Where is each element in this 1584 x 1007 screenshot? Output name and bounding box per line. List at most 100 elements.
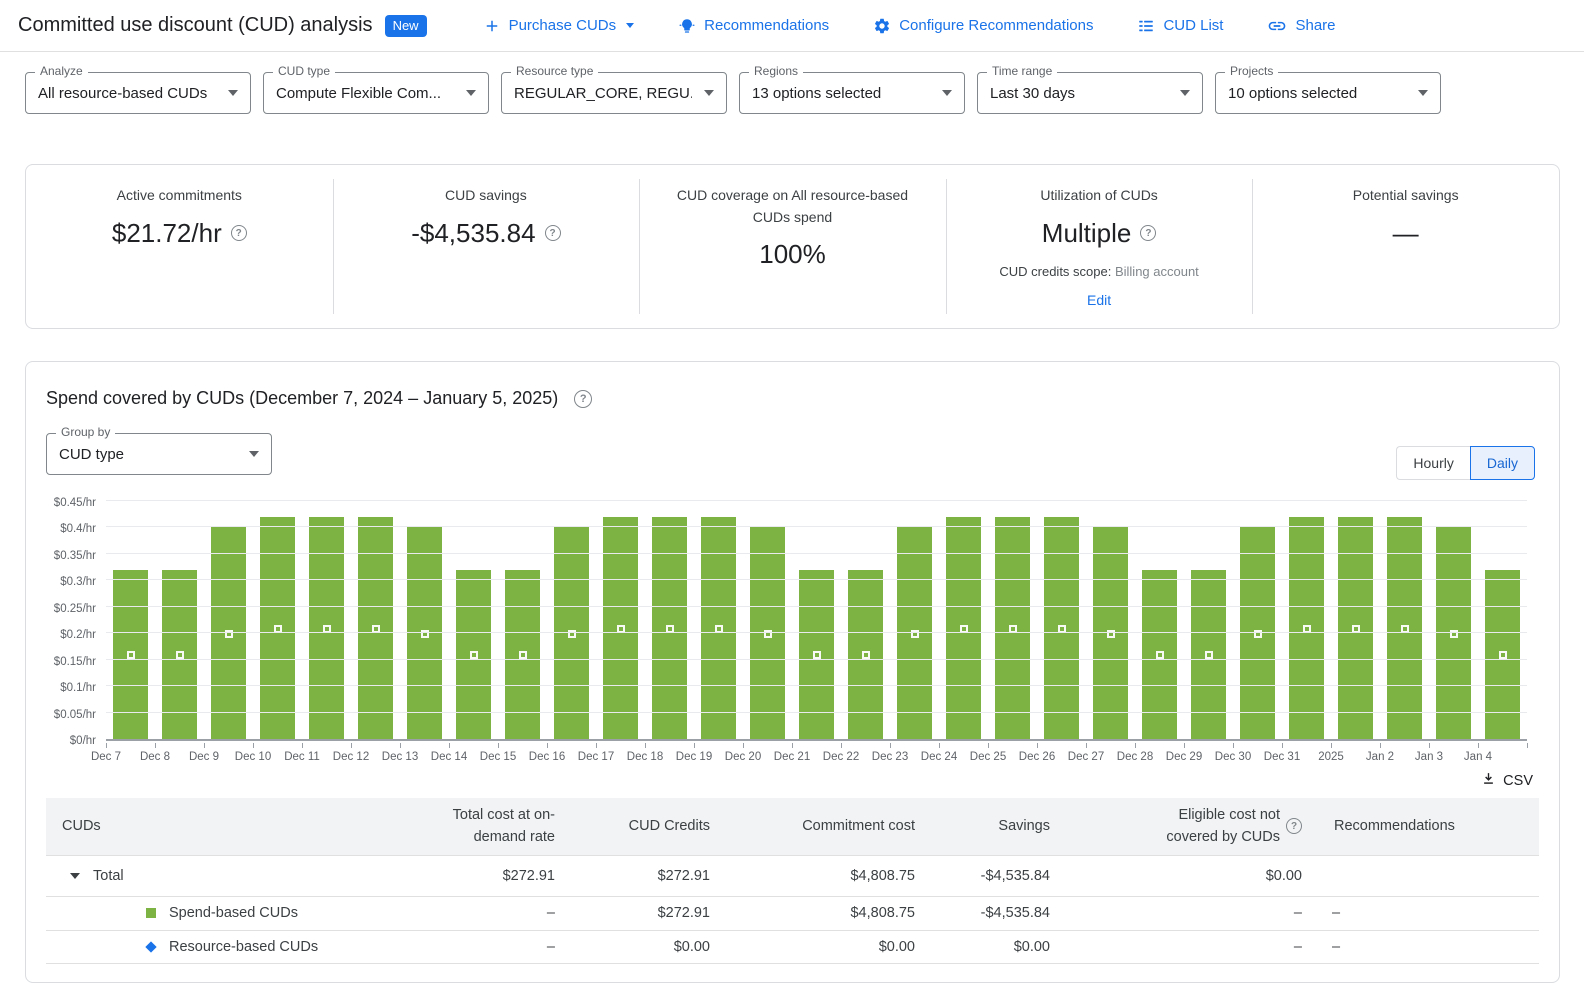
x-tick (694, 743, 695, 748)
x-tick (890, 743, 891, 748)
lightbulb-icon (678, 17, 696, 35)
table-cell: – (375, 901, 571, 925)
filter-cud-type[interactable]: CUD typeCompute Flexible Com... (263, 72, 489, 114)
x-tick (841, 743, 842, 748)
summary-card-cud-savings: CUD savings-$4,535.84? (333, 165, 640, 328)
caret-down-icon (228, 90, 238, 96)
group-by-value: CUD type (59, 446, 124, 463)
x-tick-label: Dec 12 (333, 751, 369, 763)
header-actions: Purchase CUDs Recommendations Configure Re… (483, 16, 1336, 36)
download-icon (1481, 771, 1496, 790)
x-tick-label: Dec 9 (189, 751, 219, 763)
chart-title: Spend covered by CUDs (December 7, 2024 … (46, 388, 558, 409)
filter-time-range[interactable]: Time rangeLast 30 days (977, 72, 1203, 114)
x-tick (1478, 743, 1479, 748)
summary-card-active-commitments: Active commitments$21.72/hr? (26, 165, 333, 328)
x-tick-label: Dec 20 (725, 751, 761, 763)
x-tick-label: Dec 27 (1068, 751, 1104, 763)
expand-triangle-icon[interactable] (70, 873, 80, 879)
help-icon[interactable]: ? (231, 225, 247, 241)
card-value: 100% (759, 239, 826, 270)
filter-regions[interactable]: Regions13 options selected (739, 72, 965, 114)
x-tick (449, 743, 450, 748)
x-tick (1527, 743, 1528, 748)
bar-slot (694, 503, 743, 739)
column-header: Commitment cost (726, 812, 931, 840)
new-badge: New (385, 15, 427, 37)
hourly-daily-toggle: HourlyDaily (1396, 446, 1535, 480)
column-header: Total cost at on-demand rate (375, 798, 571, 855)
action-label: Recommendations (704, 17, 829, 34)
bar-slot (253, 503, 302, 739)
filter-analyze[interactable]: AnalyzeAll resource-based CUDs (25, 72, 251, 114)
table-cell: – (1318, 935, 1539, 959)
csv-download-button[interactable]: CSV (46, 771, 1533, 790)
caret-down-icon (942, 90, 952, 96)
help-icon[interactable]: ? (545, 225, 561, 241)
bar-slot (743, 503, 792, 739)
help-icon[interactable]: ? (1140, 225, 1156, 241)
x-tick (155, 743, 156, 748)
toggle-daily[interactable]: Daily (1470, 446, 1535, 480)
gridline (106, 659, 1527, 660)
filter-value: 13 options selected (752, 85, 881, 102)
column-header-label: Recommendations (1334, 818, 1455, 834)
summary-panel: Active commitments$21.72/hr?CUD savings-… (25, 164, 1560, 329)
action-purchase-cuds[interactable]: Purchase CUDs (483, 17, 635, 35)
bar-slot (1135, 503, 1184, 739)
filter-label: Resource type (511, 64, 598, 78)
group-by-select[interactable]: Group by CUD type (46, 433, 272, 475)
help-icon[interactable]: ? (1286, 818, 1302, 834)
action-configure-recommendations[interactable]: Configure Recommendations (873, 17, 1093, 35)
table-cell: -$4,535.84 (931, 864, 1066, 888)
x-tick (1380, 743, 1381, 748)
x-tick-label: Dec 28 (1117, 751, 1153, 763)
page-title: Committed use discount (CUD) analysis (18, 14, 373, 37)
x-tick (988, 743, 989, 748)
cud-analysis-page: Committed use discount (CUD) analysis Ne… (0, 0, 1584, 1007)
bar-slot (1282, 503, 1331, 739)
y-tick-label: $0.15/hr (54, 656, 96, 668)
summary-card-potential-savings: Potential savings— (1252, 165, 1559, 328)
bar-slot (1380, 503, 1429, 739)
filter-projects[interactable]: Projects10 options selected (1215, 72, 1441, 114)
action-share[interactable]: Share (1267, 16, 1335, 36)
bar-slot (792, 503, 841, 739)
row-label: Spend-based CUDs (169, 905, 298, 921)
table-header-row: CUDsTotal cost at on-demand rateCUD Cred… (46, 798, 1539, 855)
bar-slot (498, 503, 547, 739)
filter-resource-type[interactable]: Resource typeREGULAR_CORE, REGU... (501, 72, 727, 114)
caret-down-icon (1418, 90, 1428, 96)
green-square-icon (146, 908, 156, 918)
gridline (106, 553, 1527, 554)
table-cell: $0.00 (726, 935, 931, 959)
toggle-hourly[interactable]: Hourly (1396, 446, 1469, 480)
action-recommendations[interactable]: Recommendations (678, 17, 829, 35)
table-cell: – (375, 935, 571, 959)
action-cud-list[interactable]: CUD List (1137, 17, 1223, 35)
x-tick-label: Dec 19 (676, 751, 712, 763)
x-tick-label: 2025 (1318, 751, 1344, 763)
x-tick-label: Dec 31 (1264, 751, 1300, 763)
gridline (106, 685, 1527, 686)
bar-slot (351, 503, 400, 739)
bar-slot (596, 503, 645, 739)
y-tick-label: $0.35/hr (54, 550, 96, 562)
x-tick (645, 743, 646, 748)
card-value-row: $21.72/hr? (38, 218, 321, 249)
row-label-cell: Resource-based CUDs (46, 935, 375, 959)
help-icon[interactable]: ? (574, 390, 592, 408)
x-tick-label: Dec 8 (140, 751, 170, 763)
scope-label: CUD credits scope: (999, 264, 1111, 279)
x-tick-label: Dec 13 (382, 751, 418, 763)
x-tick (1282, 743, 1283, 748)
x-tick (792, 743, 793, 748)
bar-slot (939, 503, 988, 739)
card-label: CUD coverage on All resource-based CUDs … (660, 185, 925, 228)
group-by-label: Group by (56, 425, 115, 439)
edit-link[interactable]: Edit (1087, 292, 1111, 308)
card-label: Potential savings (1273, 185, 1538, 207)
x-tick-label: Dec 10 (235, 751, 271, 763)
column-header-label: CUDs (62, 818, 101, 834)
x-tick (1184, 743, 1185, 748)
